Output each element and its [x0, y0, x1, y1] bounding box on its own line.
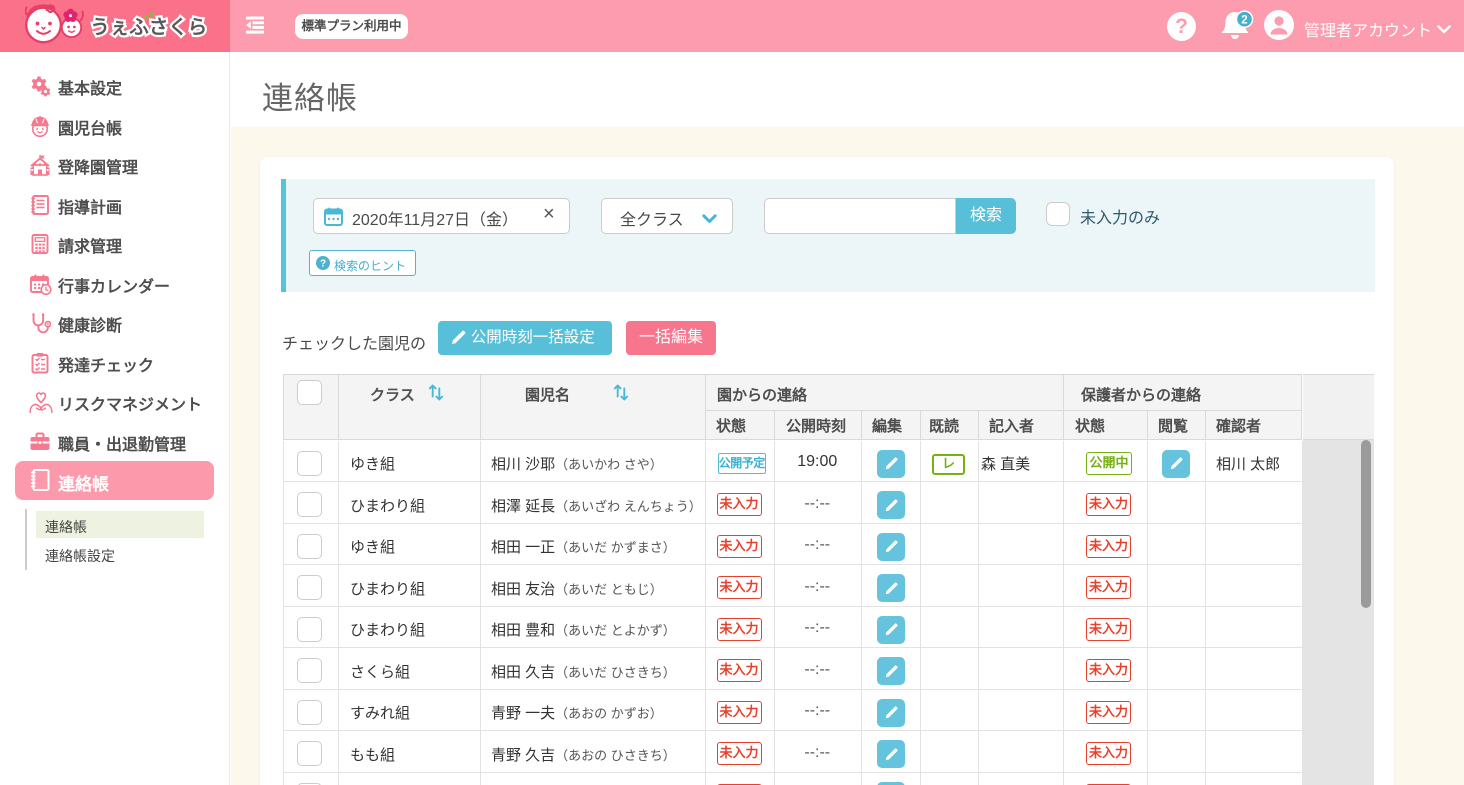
svg-text:2: 2	[1241, 14, 1247, 26]
svg-text:うぇふさくら: うぇふさくら	[90, 17, 207, 39]
svg-text:?: ?	[320, 259, 326, 270]
